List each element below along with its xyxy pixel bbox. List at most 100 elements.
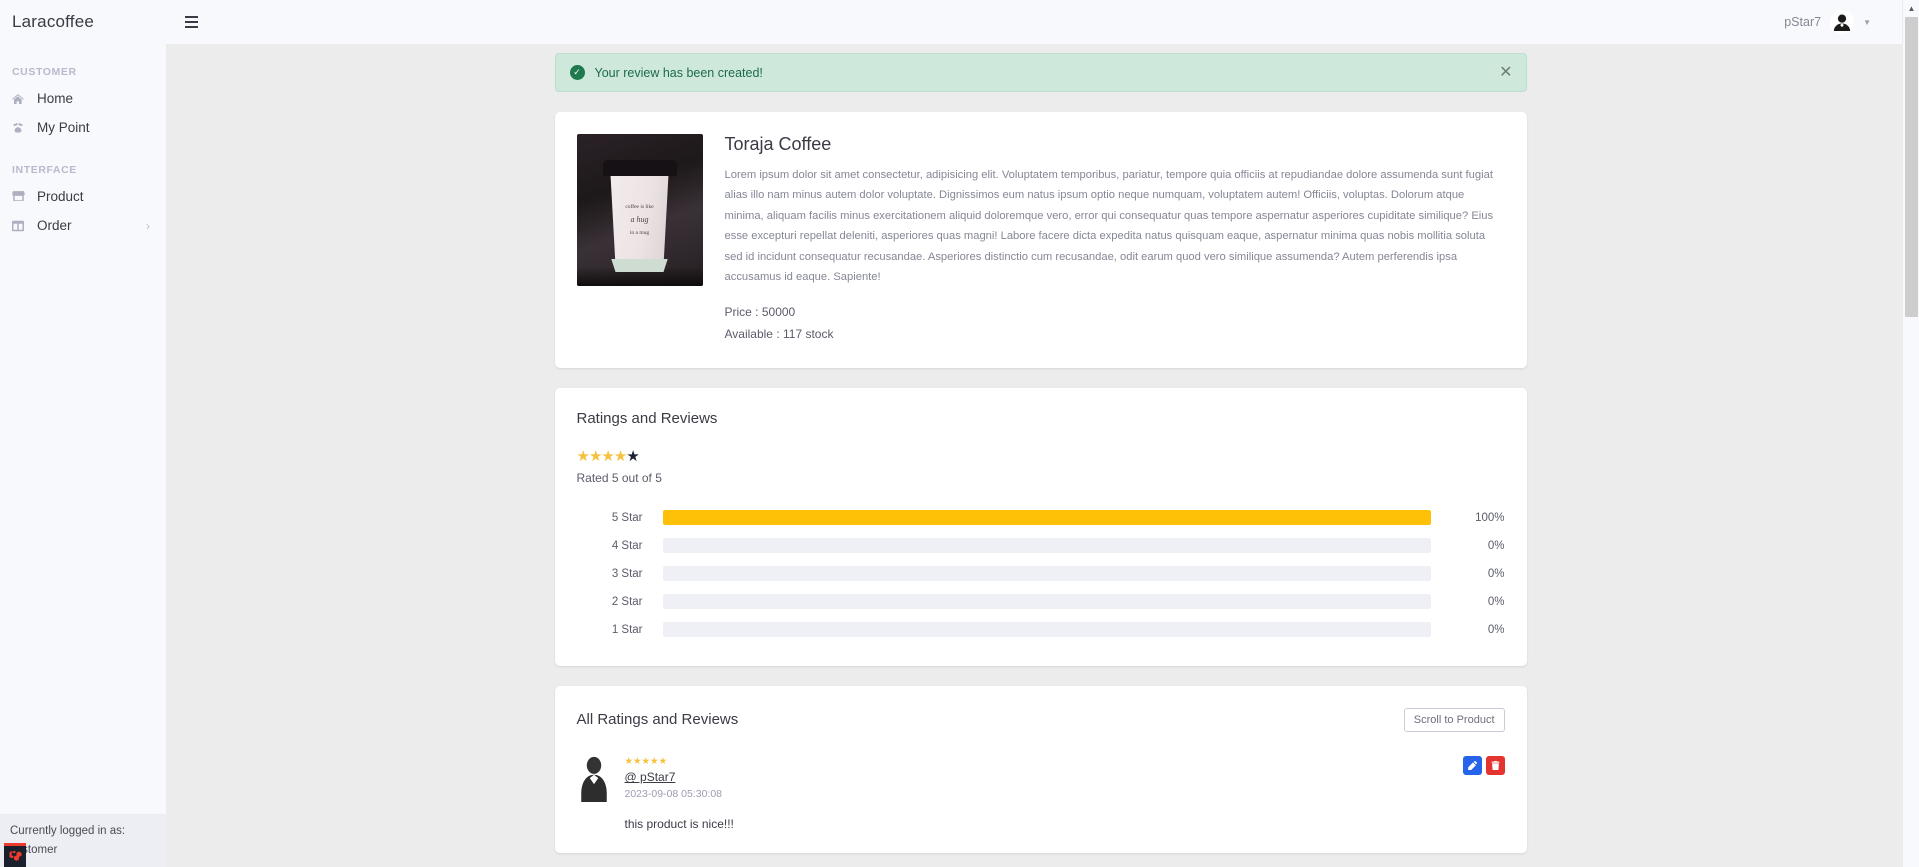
scrollbar-thumb[interactable]: [1905, 17, 1918, 317]
review-content: ★★★★★ @ pStar7 2023-09-08 05:30:08 this …: [625, 756, 734, 831]
scroll-up-arrow-icon[interactable]: ▲: [1903, 0, 1919, 17]
product-info: Toraja Coffee Lorem ipsum dolor sit amet…: [725, 134, 1500, 346]
rated-summary: Rated 5 out of 5: [576, 470, 662, 485]
logged-in-role: customer: [10, 844, 58, 857]
sidebar-item-label: Home: [37, 91, 74, 106]
sidebar-section-interface: INTERFACE: [12, 164, 77, 176]
star-filled-icon: ★: [613, 447, 627, 465]
rating-distribution-chart: 5 Star 100% 4 Star 0% 3 Star 0% 2 Star 0…: [577, 504, 1505, 644]
pencil-icon: [1467, 760, 1477, 770]
product-stock: Available : 117 stock: [724, 327, 834, 342]
avatar[interactable]: [1830, 10, 1855, 34]
rating-bar-row: 2 Star 0%: [577, 588, 1505, 616]
rating-bar-track: [662, 622, 1431, 638]
paw-icon: [12, 122, 29, 134]
check-circle-icon: ✓: [569, 65, 585, 80]
product-card: coffee is like a hug in a mug Toraja Cof…: [554, 112, 1527, 368]
page-content: ✓ Your review has been created! ✕ coffee…: [166, 44, 1919, 867]
all-reviews-card: All Ratings and Reviews Scroll to Produc…: [554, 685, 1527, 854]
cup-caption-line3: in a mug: [629, 229, 650, 236]
close-icon[interactable]: ✕: [1499, 64, 1512, 81]
product-meta: Price : 50000 Available : 117 stock: [725, 302, 1500, 346]
rating-bar-row: 4 Star 0%: [577, 532, 1505, 560]
topbar: pStar7 ▼: [166, 0, 1919, 44]
home-icon: [12, 93, 29, 105]
star-dark-icon: ★: [626, 447, 639, 465]
review-body: this product is nice!!!: [624, 817, 734, 832]
all-reviews-header: All Ratings and Reviews Scroll to Produc…: [576, 707, 1505, 732]
product-row: coffee is like a hug in a mug Toraja Cof…: [576, 134, 1505, 346]
product-image: coffee is like a hug in a mug: [576, 134, 703, 286]
review-avatar: [577, 756, 611, 802]
product-price: Price : 50000: [724, 305, 796, 320]
rating-bar-row: 3 Star 0%: [577, 560, 1505, 588]
store-icon: [12, 190, 29, 203]
sidebar-item-label: My Point: [37, 120, 90, 135]
sidebar-item-label: Order: [37, 218, 72, 233]
edit-review-button[interactable]: [1462, 755, 1482, 775]
rating-bar-percent: 0%: [1487, 539, 1505, 552]
rating-bar-track: [662, 566, 1431, 582]
columns-icon: [12, 220, 29, 232]
logged-in-as-box: Currently logged in as: customer: [0, 813, 166, 867]
rating-bar-track: [662, 510, 1431, 526]
chevron-right-icon: ›: [146, 218, 150, 233]
rating-bar-label: 1 Star: [611, 623, 643, 636]
sidebar-item-my-point[interactable]: My Point: [0, 113, 166, 142]
success-alert: ✓ Your review has been created! ✕: [554, 53, 1527, 92]
laravel-debugbar-icon[interactable]: [4, 843, 26, 867]
cup-caption-line2: a hug: [630, 215, 649, 225]
ratings-card: Ratings and Reviews ★★★★★ Rated 5 out of…: [554, 387, 1527, 666]
cup-caption-line1: coffee is like: [625, 203, 654, 210]
sidebar-item-order[interactable]: Order ›: [0, 211, 166, 240]
coffee-cup-lid: [602, 160, 677, 176]
coffee-cup-caption: coffee is like a hug in a mug: [613, 202, 667, 238]
sidebar-item-label: Product: [37, 189, 84, 204]
review-item: ★★★★★ @ pStar7 2023-09-08 05:30:08 this …: [577, 748, 1505, 831]
topbar-user-menu[interactable]: pStar7 ▼: [1784, 10, 1919, 34]
star-filled-icon: ★: [576, 447, 590, 465]
username-label: pStar7: [1784, 15, 1822, 29]
rating-bar-label: 4 Star: [611, 539, 643, 552]
app-root: Laracoffee CUSTOMER Home My Point INTERF…: [0, 0, 1919, 867]
brand-logo[interactable]: Laracoffee: [0, 0, 166, 44]
review-actions: [1462, 755, 1505, 775]
average-rating-stars: ★★★★★: [577, 449, 1505, 464]
logged-in-label: Currently logged in as:: [10, 824, 126, 837]
review-date: 2023-09-08 05:30:08: [624, 788, 723, 801]
chevron-down-icon[interactable]: ▼: [1863, 18, 1871, 27]
product-title: Toraja Coffee: [724, 134, 832, 154]
all-reviews-title: All Ratings and Reviews: [576, 711, 739, 729]
sidebar: Laracoffee CUSTOMER Home My Point INTERF…: [0, 0, 166, 867]
rating-bar-percent: 0%: [1487, 595, 1505, 608]
delete-review-button[interactable]: [1485, 755, 1505, 775]
review-username-link[interactable]: @ pStar7: [625, 770, 676, 784]
sidebar-item-home[interactable]: Home: [0, 84, 166, 113]
star-filled-icon: ★: [588, 447, 602, 465]
trash-icon: [1491, 760, 1499, 770]
ratings-title: Ratings and Reviews: [576, 409, 718, 427]
page-scrollbar[interactable]: ▲: [1902, 0, 1919, 867]
rating-bar-percent: 0%: [1487, 623, 1505, 636]
sidebar-item-product[interactable]: Product: [0, 182, 166, 211]
rating-bar-row: 1 Star 0%: [577, 616, 1505, 644]
coffee-cup-base: [611, 259, 668, 272]
rating-bar-label: 3 Star: [611, 567, 643, 580]
rating-bar-label: 5 Star: [611, 511, 643, 524]
main-area: pStar7 ▼ ✓ Your review has been created!…: [166, 0, 1919, 867]
user-avatar-icon: [580, 756, 607, 802]
sidebar-section-customer: CUSTOMER: [12, 66, 77, 78]
hamburger-icon[interactable]: [178, 9, 204, 35]
rating-bar-track: [662, 538, 1431, 554]
scroll-to-product-button[interactable]: Scroll to Product: [1403, 707, 1505, 732]
rating-bar-track: [662, 594, 1431, 610]
rating-bar-row: 5 Star 100%: [577, 504, 1505, 532]
user-avatar-icon: [1830, 10, 1855, 34]
content-wrapper: ✓ Your review has been created! ✕ coffee…: [554, 44, 1527, 854]
star-filled-icon: ★: [601, 447, 614, 465]
product-description: Lorem ipsum dolor sit amet consectetur, …: [724, 169, 1494, 283]
alert-message: Your review has been created!: [594, 65, 763, 80]
rating-bar-percent: 0%: [1487, 567, 1505, 580]
rating-bar-fill: [662, 510, 1431, 526]
review-stars: ★★★★★: [624, 755, 668, 767]
